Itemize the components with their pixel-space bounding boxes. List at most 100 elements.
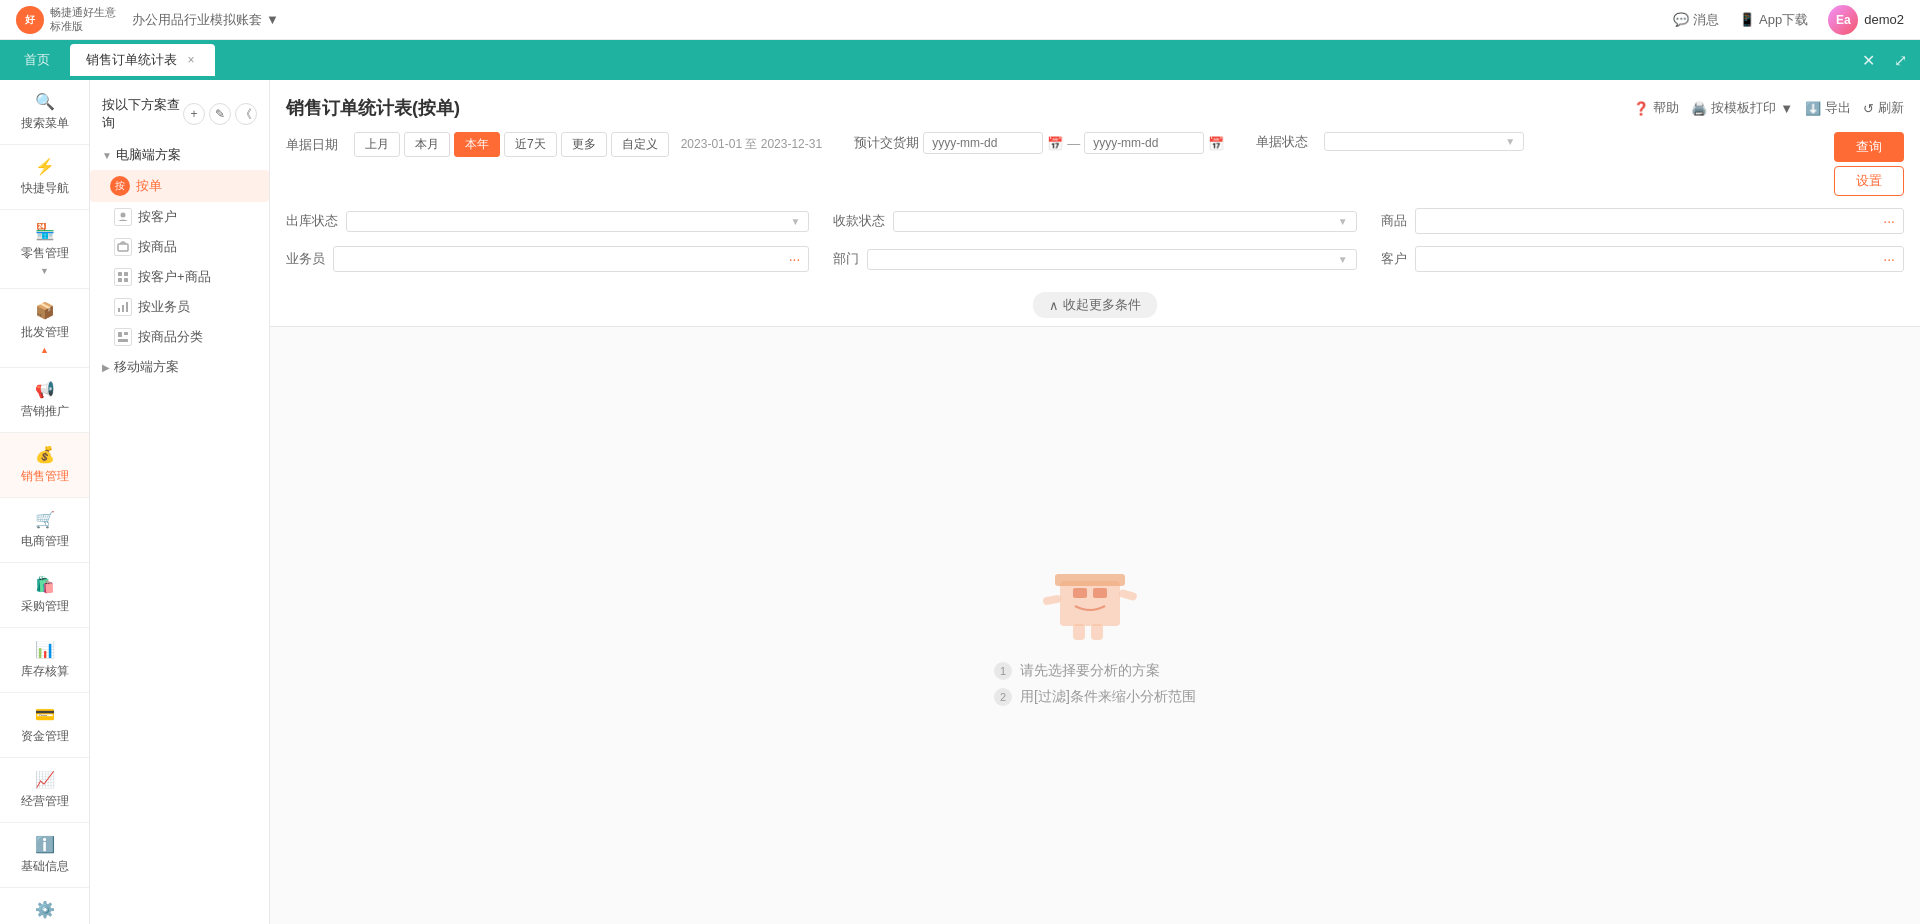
app-download-icon: 📱 (1739, 12, 1755, 27)
tab-bar: 首页 销售订单统计表 × ✕ ⤢ (0, 40, 1920, 80)
system-icon: ⚙️ (35, 900, 55, 919)
payment-status-label: 收款状态 (833, 212, 885, 230)
tab-close-window-btn[interactable]: ✕ (1856, 48, 1880, 72)
tab-sales-order-stats[interactable]: 销售订单统计表 × (70, 44, 215, 76)
svg-rect-17 (1118, 588, 1137, 600)
scheme-item-by-customer[interactable]: 按客户 (90, 202, 269, 232)
date-btn-this-year[interactable]: 本年 (454, 132, 500, 157)
empty-state: 1 请先选择要分析的方案 2 用[过滤]条件来缩小分析范围 (994, 546, 1196, 706)
export-btn[interactable]: ⬇️ 导出 (1805, 99, 1851, 117)
tab-maximize-btn[interactable]: ⤢ (1888, 48, 1912, 72)
filter-title-row: 销售订单统计表(按单) ❓ 帮助 🖨️ 按模板打印 ▼ ⬇️ (286, 96, 1904, 120)
svg-rect-1 (118, 244, 128, 251)
filter-row-2: 出库状态 ▼ 收款状态 ▼ 商品 (286, 208, 1904, 234)
expected-delivery-label: 预计交货期 (854, 134, 919, 152)
tab-home[interactable]: 首页 (8, 44, 66, 76)
refresh-icon: ↺ (1863, 101, 1874, 116)
top-header: 好 畅捷通好生意 标准版 办公用品行业模拟账套 ▼ 💬 消息 📱 App下载 E… (0, 0, 1920, 40)
scheme-item-customer-icon (114, 208, 132, 226)
scheme-item-by-customer-goods[interactable]: 按客户+商品 (90, 262, 269, 292)
svg-rect-8 (126, 302, 128, 312)
svg-rect-18 (1073, 624, 1085, 640)
payment-status-select[interactable]: ▼ (893, 211, 1356, 232)
date-to-calendar-icon[interactable]: 📅 (1208, 136, 1224, 151)
sidebar-item-basic-info[interactable]: ℹ️ 基础信息 (0, 823, 89, 888)
bill-status-group: 单据状态 ▼ (1256, 132, 1524, 151)
filter-area: 销售订单统计表(按单) ❓ 帮助 🖨️ 按模板打印 ▼ ⬇️ (270, 80, 1920, 327)
scheme-item-by-salesman[interactable]: 按业务员 (90, 292, 269, 322)
date-from-calendar-icon[interactable]: 📅 (1047, 136, 1063, 151)
scheme-add-btn[interactable]: + (183, 103, 205, 125)
scheme-item-by-goods[interactable]: 按商品 (90, 232, 269, 262)
sidebar-item-finance[interactable]: 💳 资金管理 (0, 693, 89, 758)
date-from-input[interactable] (923, 132, 1043, 154)
sidebar-item-operations[interactable]: 📈 经营管理 (0, 758, 89, 823)
date-btn-last-month[interactable]: 上月 (354, 132, 400, 157)
salesman-field: 业务员 ··· (286, 246, 809, 272)
header-left: 好 畅捷通好生意 标准版 办公用品行业模拟账套 ▼ (16, 6, 287, 34)
date-btn-more[interactable]: 更多 (561, 132, 607, 157)
date-to-input[interactable] (1084, 132, 1204, 154)
company-selector[interactable]: 办公用品行业模拟账套 ▼ (124, 7, 287, 33)
sidebar-item-ecom[interactable]: 🛒 电商管理 (0, 498, 89, 563)
user-avatar-area[interactable]: Ea demo2 (1828, 5, 1904, 35)
sidebar-item-search[interactable]: 🔍 搜索菜单 (0, 80, 89, 145)
query-btn[interactable]: 查询 (1834, 132, 1904, 162)
scheme-panel-actions: + ✎ 《 (183, 103, 257, 125)
basic-info-icon: ℹ️ (35, 835, 55, 854)
scheme-group-mobile[interactable]: ▶ 移动端方案 (90, 352, 269, 382)
date-btn-custom[interactable]: 自定义 (611, 132, 669, 157)
delivery-status-select[interactable]: ▼ (346, 211, 809, 232)
salesman-dots[interactable]: ··· (789, 251, 801, 267)
scheme-item-goods-icon (114, 238, 132, 256)
help-btn[interactable]: ❓ 帮助 (1633, 99, 1679, 117)
ecom-icon: 🛒 (35, 510, 55, 529)
operations-icon: 📈 (35, 770, 55, 789)
date-separator: — (1067, 136, 1080, 151)
goods-dots[interactable]: ··· (1883, 213, 1895, 229)
scheme-collapse-btn[interactable]: 《 (235, 103, 257, 125)
sales-icon: 💰 (35, 445, 55, 464)
empty-tip-2: 2 用[过滤]条件来缩小分析范围 (994, 688, 1196, 706)
template-print-btn[interactable]: 🖨️ 按模板打印 ▼ (1691, 99, 1793, 117)
inventory-icon: 📊 (35, 640, 55, 659)
sidebar-item-quick-nav[interactable]: ⚡ 快捷导航 (0, 145, 89, 210)
delivery-status-label: 出库状态 (286, 212, 338, 230)
header-right: 💬 消息 📱 App下载 Ea demo2 (1673, 5, 1904, 35)
dept-arrow-icon: ▼ (1338, 254, 1348, 265)
message-icon: 💬 (1673, 12, 1689, 27)
sidebar-item-wholesale[interactable]: 📦 批发管理 ▲ (0, 289, 89, 368)
sidebar-item-retail[interactable]: 🏪 零售管理 ▼ (0, 210, 89, 289)
message-action[interactable]: 💬 消息 (1673, 11, 1719, 29)
empty-state-icon (1035, 546, 1155, 646)
export-icon: ⬇️ (1805, 101, 1821, 116)
empty-tips: 1 请先选择要分析的方案 2 用[过滤]条件来缩小分析范围 (994, 662, 1196, 706)
content-area: 按以下方案查询 + ✎ 《 ▼ 电脑端方案 按 按单 (90, 80, 1920, 924)
scheme-item-by-order[interactable]: 按 按单 (90, 170, 269, 202)
sidebar-item-system[interactable]: ⚙️ 系统管理 (0, 888, 89, 924)
collapse-conditions-btn[interactable]: ∧ 收起更多条件 (1033, 292, 1157, 318)
expected-delivery-group: 预计交货期 📅 — 📅 (854, 132, 1224, 154)
wholesale-icon: 📦 (35, 301, 55, 320)
date-btn-this-month[interactable]: 本月 (404, 132, 450, 157)
collapse-row[interactable]: ∧ 收起更多条件 (286, 284, 1904, 326)
date-btn-7days[interactable]: 近7天 (504, 132, 557, 157)
mobile-group-arrow-icon: ▶ (102, 362, 110, 373)
scheme-item-by-category[interactable]: 按商品分类 (90, 322, 269, 352)
department-select[interactable]: ▼ (867, 249, 1356, 270)
sidebar-item-marketing[interactable]: 📢 营销推广 (0, 368, 89, 433)
sidebar-item-inventory[interactable]: 📊 库存核算 (0, 628, 89, 693)
scheme-group-desktop-title[interactable]: ▼ 电脑端方案 (102, 146, 257, 164)
logo-area: 好 畅捷通好生意 标准版 (16, 6, 116, 34)
scheme-edit-btn[interactable]: ✎ (209, 103, 231, 125)
scheme-item-order-icon: 按 (110, 176, 130, 196)
customer-dots[interactable]: ··· (1883, 251, 1895, 267)
refresh-btn[interactable]: ↺ 刷新 (1863, 99, 1904, 117)
sidebar-item-sales[interactable]: 💰 销售管理 (0, 433, 89, 498)
logo-text: 畅捷通好生意 标准版 (50, 6, 116, 32)
settings-btn[interactable]: 设置 (1834, 166, 1904, 196)
bill-status-select[interactable]: ▼ (1324, 132, 1524, 151)
tab-close-btn[interactable]: × (183, 52, 199, 68)
sidebar-item-purchase[interactable]: 🛍️ 采购管理 (0, 563, 89, 628)
app-download-action[interactable]: 📱 App下载 (1739, 11, 1808, 29)
